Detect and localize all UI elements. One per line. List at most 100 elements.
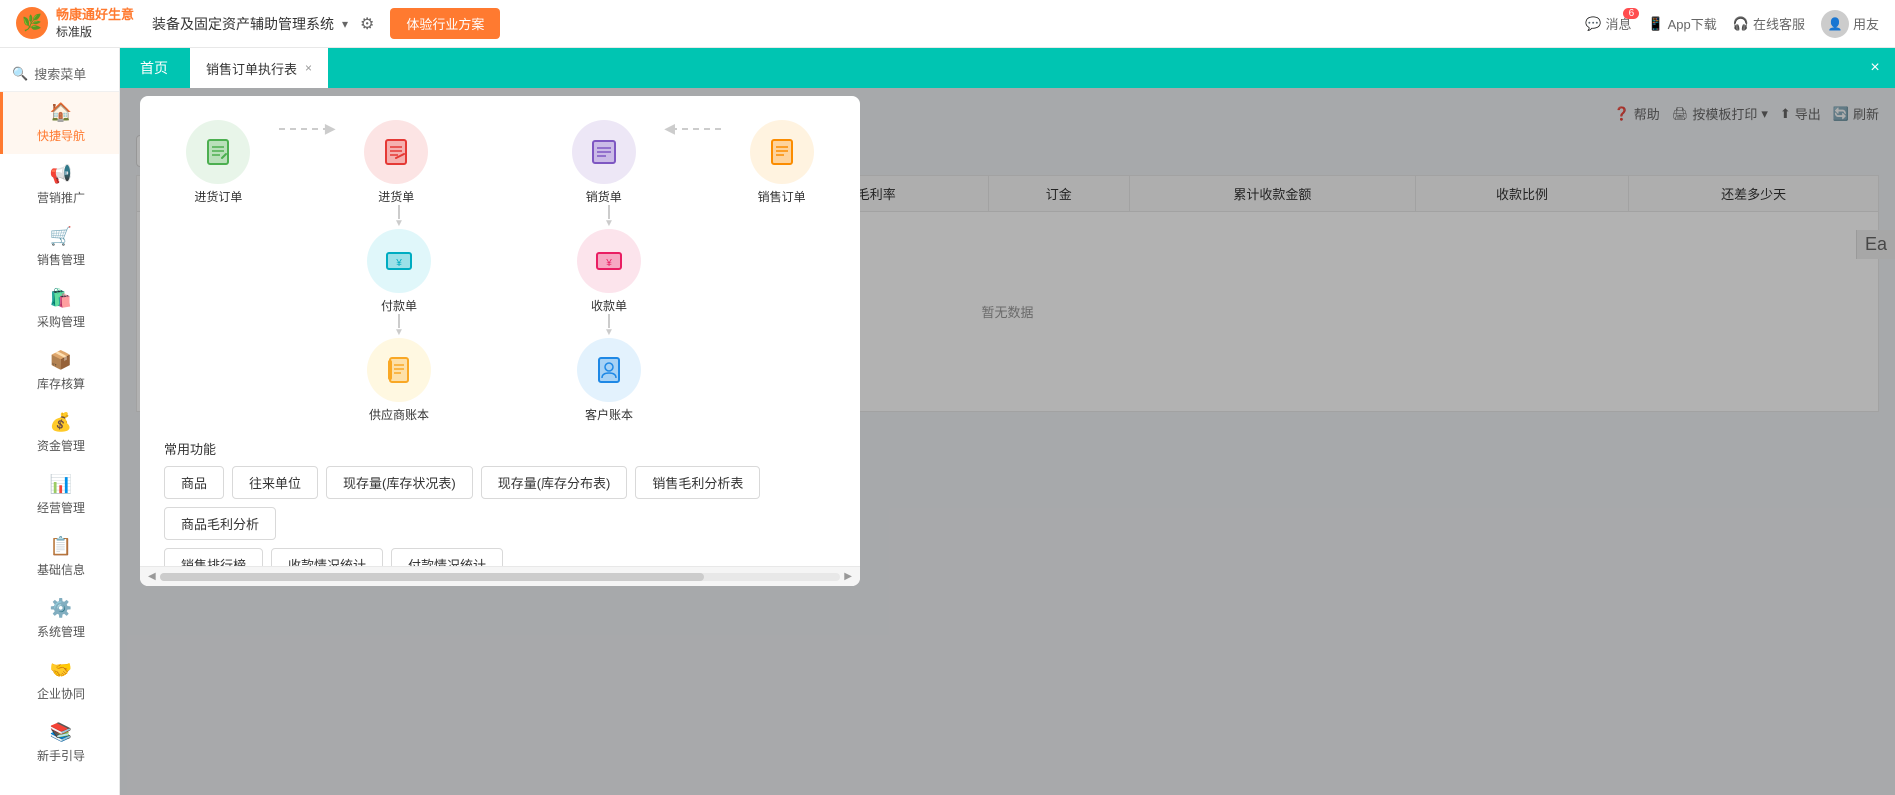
func-btn-stock-dist[interactable]: 现存量(库存分布表) (481, 466, 628, 499)
flow-node-purchase-order[interactable]: 进货订单 (164, 120, 273, 205)
purchase-order-circle (186, 120, 250, 184)
purchase-icon: 🛍️ (50, 288, 72, 309)
tab-home[interactable]: 首页 (120, 48, 188, 88)
online-service-btn[interactable]: 🎧 在线客服 (1733, 14, 1805, 33)
sidebar-item-marketing[interactable]: 📢 营销推广 (0, 154, 119, 216)
sidebar-item-operation[interactable]: 📊 经营管理 (0, 464, 119, 526)
sidebar-item-label-sales: 销售管理 (37, 251, 85, 268)
sidebar-item-label-system: 系统管理 (37, 623, 85, 640)
popup-scrollbar[interactable]: ◀ ▶ (140, 566, 860, 586)
common-functions: 常用功能 商品 往来单位 现存量(库存状况表) 现存量(库存分布表) 销售毛利分… (164, 439, 836, 581)
message-btn[interactable]: 💬 消息 6 (1585, 14, 1631, 33)
message-icon: 💬 (1585, 16, 1601, 32)
sidebar-item-quick-nav[interactable]: 🏠 快捷导航 (0, 92, 119, 154)
purchase-bill-label: 进货单 (378, 188, 414, 205)
trial-btn[interactable]: 体验行业方案 (390, 8, 500, 39)
popup-overlay[interactable]: 进货订单 ▶ (120, 88, 1895, 795)
avatar: 👤 (1821, 10, 1849, 38)
finance-icon: 💰 (50, 412, 72, 433)
sidebar-item-beginner[interactable]: 📚 新手引导 (0, 712, 119, 774)
sidebar-item-purchase[interactable]: 🛍️ 采购管理 (0, 278, 119, 340)
page-content: ❓ 帮助 🖨 按模板打印 ▾ ⬆ 导出 🔄 刷新 (120, 88, 1895, 795)
sales-bill-label: 销货单 (586, 188, 622, 205)
flow-node-sales-order[interactable]: 销售订单 (727, 120, 836, 205)
flow-node-customer-ledger[interactable]: 客户账本 (554, 338, 664, 423)
flow-node-purchase-bill[interactable]: 进货单 (342, 120, 451, 205)
settings-icon[interactable]: ⚙ (360, 14, 374, 34)
sidebar-item-label-finance: 资金管理 (37, 437, 85, 454)
basic-info-icon: 📋 (50, 536, 72, 557)
tab-close-icon[interactable]: × (305, 61, 312, 75)
svg-text:¥: ¥ (605, 258, 612, 269)
func-buttons-row1: 商品 往来单位 现存量(库存状况表) 现存量(库存分布表) 销售毛利分析表 商品… (164, 466, 836, 540)
purchase-order-label: 进货订单 (194, 188, 242, 205)
flow-node-payment-bill[interactable]: ¥ 付款单 (344, 229, 454, 314)
sidebar-item-enterprise[interactable]: 🤝 企业协同 (0, 650, 119, 712)
sidebar-item-label-marketing: 营销推广 (37, 189, 85, 206)
sidebar-item-inventory[interactable]: 📦 库存核算 (0, 340, 119, 402)
system-title: 装备及固定资产辅助管理系统 (152, 14, 334, 34)
sidebar-item-label-beginner: 新手引导 (37, 747, 85, 764)
customer-ledger-circle (577, 338, 641, 402)
func-btn-product[interactable]: 商品 (164, 466, 224, 499)
tab-close-right-btn[interactable]: × (1855, 48, 1895, 88)
tab-sales-order[interactable]: 销售订单执行表 × (190, 48, 328, 88)
logo-line1: 畅康通好生意 (56, 6, 134, 24)
sidebar-item-label-quick-nav: 快捷导航 (37, 127, 85, 144)
system-title-area: 装备及固定资产辅助管理系统 ▾ ⚙ 体验行业方案 (136, 8, 1585, 39)
user-area[interactable]: 👤 用友 (1821, 10, 1879, 38)
sidebar: 🔍 搜索菜单 🏠 快捷导航 📢 营销推广 🛒 销售管理 🛍️ 采购管理 📦 库存… (0, 48, 120, 795)
user-label: 用友 (1853, 14, 1879, 33)
scrollbar-thumb (160, 573, 704, 581)
inventory-icon: 📦 (50, 350, 72, 371)
flow-node-receipt-bill[interactable]: ¥ 收款单 (554, 229, 664, 314)
receipt-bill-label: 收款单 (591, 297, 627, 314)
sidebar-search-label: 搜索菜单 (34, 64, 86, 83)
tab-bar: 首页 销售订单执行表 × × (120, 48, 1895, 88)
func-btn-product-profit[interactable]: 商品毛利分析 (164, 507, 276, 540)
sidebar-item-basic-info[interactable]: 📋 基础信息 (0, 526, 119, 588)
func-btn-sales-profit[interactable]: 销售毛利分析表 (635, 466, 760, 499)
quick-nav-icon: 🏠 (50, 102, 72, 123)
payment-bill-label: 付款单 (381, 297, 417, 314)
tab-home-label: 首页 (140, 58, 168, 78)
scrollbar-track[interactable] (160, 573, 841, 581)
sidebar-item-label-inventory: 库存核算 (37, 375, 85, 392)
sidebar-item-label-operation: 经营管理 (37, 499, 85, 516)
tab-sales-order-label: 销售订单执行表 (206, 59, 297, 78)
system-icon: ⚙️ (50, 598, 72, 619)
payment-bill-circle: ¥ (367, 229, 431, 293)
system-dropdown-btn[interactable]: ▾ (342, 17, 348, 31)
sidebar-item-label-basic-info: 基础信息 (37, 561, 85, 578)
sidebar-search[interactable]: 🔍 搜索菜单 (0, 56, 119, 92)
content-area: 首页 销售订单执行表 × × ❓ 帮助 🖨 按模板打印 ▾ (120, 48, 1895, 795)
sales-order-circle (750, 120, 814, 184)
sales-order-label: 销售订单 (758, 188, 806, 205)
common-functions-title: 常用功能 (164, 439, 836, 458)
sidebar-item-finance[interactable]: 💰 资金管理 (0, 402, 119, 464)
sidebar-item-sales[interactable]: 🛒 销售管理 (0, 216, 119, 278)
sidebar-item-label-enterprise: 企业协同 (37, 685, 85, 702)
operation-icon: 📊 (50, 474, 72, 495)
scroll-right-icon[interactable]: ▶ (840, 571, 856, 582)
sidebar-item-system[interactable]: ⚙️ 系统管理 (0, 588, 119, 650)
sales-icon: 🛒 (50, 226, 72, 247)
logo-icon: 🌿 (16, 7, 48, 39)
sidebar-item-label-purchase: 采购管理 (37, 313, 85, 330)
func-btn-partner[interactable]: 往来单位 (232, 466, 318, 499)
supplier-ledger-label: 供应商账本 (369, 406, 429, 423)
sales-bill-circle (572, 120, 636, 184)
logo-area: 🌿 畅康通好生意 标准版 (16, 6, 136, 41)
beginner-icon: 📚 (50, 722, 72, 743)
tab-bar-right: × (1855, 48, 1895, 88)
popup-box: 进货订单 ▶ (140, 96, 860, 586)
receipt-bill-circle: ¥ (577, 229, 641, 293)
app-download-btn[interactable]: 📱 App下载 (1647, 14, 1716, 33)
service-icon: 🎧 (1733, 16, 1749, 32)
supplier-ledger-circle (367, 338, 431, 402)
flow-node-sales-bill[interactable]: 销货单 (549, 120, 658, 205)
scroll-left-icon[interactable]: ◀ (144, 571, 160, 582)
func-btn-stock-status[interactable]: 现存量(库存状况表) (326, 466, 473, 499)
online-service-label: 在线客服 (1753, 14, 1805, 33)
flow-node-supplier-ledger[interactable]: 供应商账本 (344, 338, 454, 423)
